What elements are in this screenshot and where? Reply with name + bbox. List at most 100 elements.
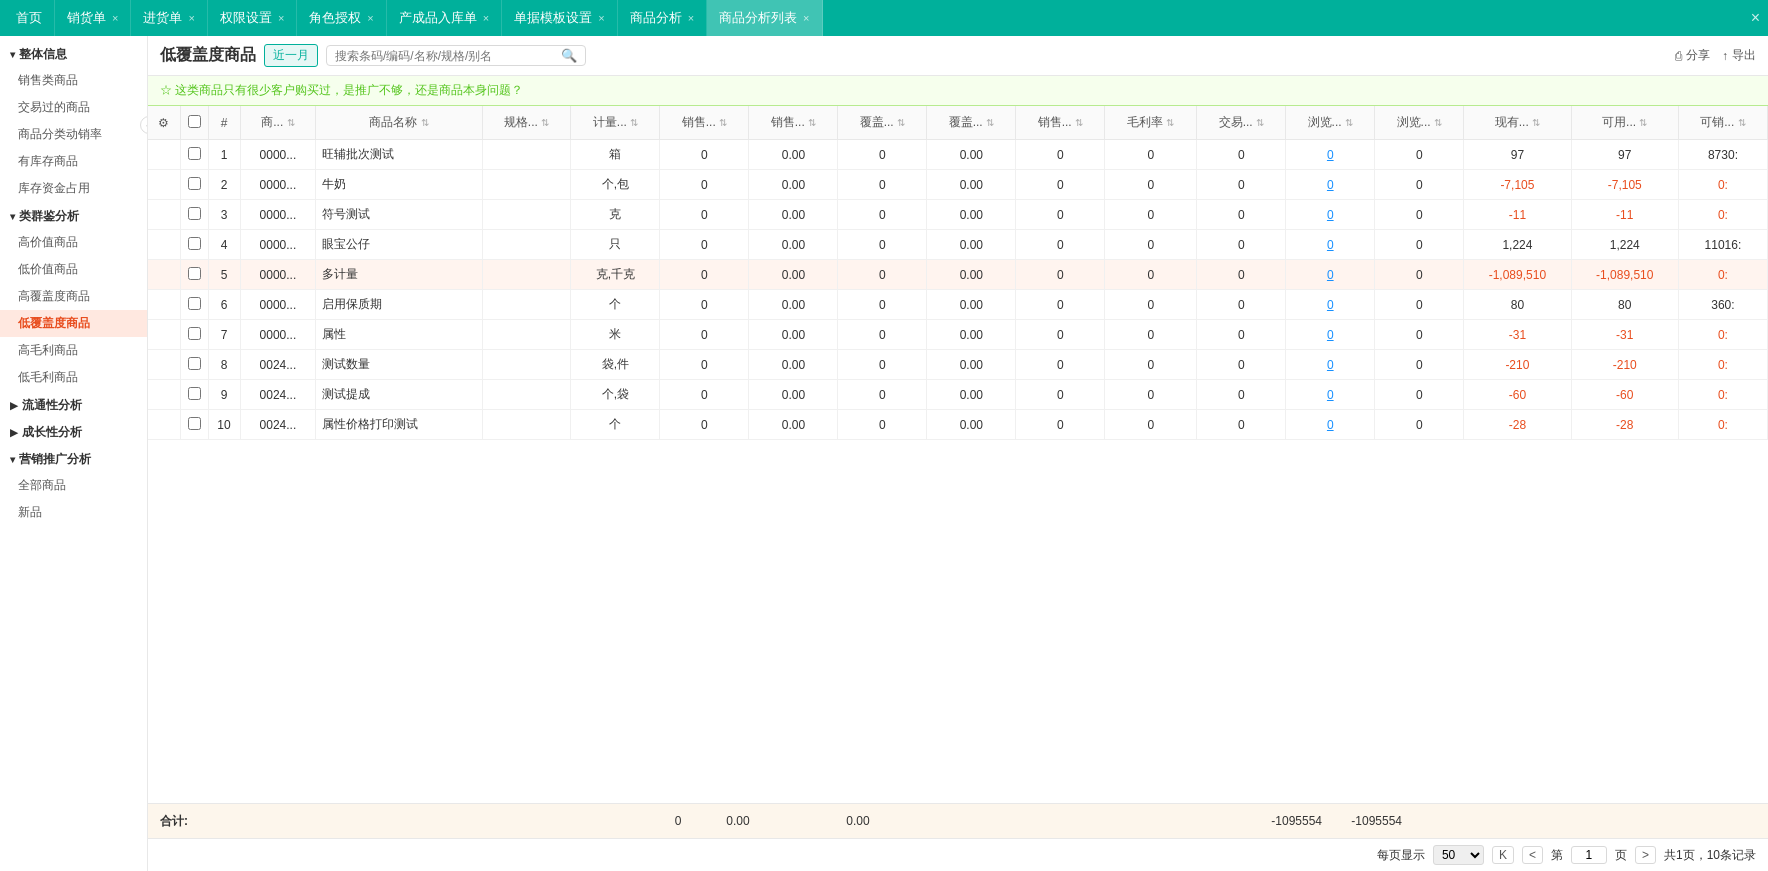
sidebar-item-stock-goods[interactable]: 有库存商品 bbox=[0, 148, 147, 175]
col-header-browse2[interactable]: 浏览... ⇅ bbox=[1375, 106, 1464, 140]
sidebar-item-capital[interactable]: 库存资金占用 bbox=[0, 175, 147, 202]
row-checkbox[interactable] bbox=[188, 357, 201, 370]
nav-tab-roles[interactable]: 角色授权 × bbox=[297, 0, 386, 36]
row-browse1[interactable]: 0 bbox=[1286, 260, 1375, 290]
row-browse1[interactable]: 0 bbox=[1286, 380, 1375, 410]
col-header-spec[interactable]: 规格... ⇅ bbox=[482, 106, 571, 140]
col-header-trade[interactable]: 交易... ⇅ bbox=[1197, 106, 1286, 140]
col-header-browse1[interactable]: 浏览... ⇅ bbox=[1286, 106, 1375, 140]
row-checkbox[interactable] bbox=[188, 387, 201, 400]
row-coverage1: 0 bbox=[838, 320, 927, 350]
row-checkbox[interactable] bbox=[188, 267, 201, 280]
row-browse1[interactable]: 0 bbox=[1286, 230, 1375, 260]
col-header-saleable[interactable]: 可销... ⇅ bbox=[1678, 106, 1767, 140]
row-available: 80 bbox=[1571, 290, 1678, 320]
row-checkbox[interactable] bbox=[188, 417, 201, 430]
nav-tab-home[interactable]: 首页 bbox=[4, 0, 55, 36]
col-header-coverage1[interactable]: 覆盖... ⇅ bbox=[838, 106, 927, 140]
next-page-button[interactable]: > bbox=[1635, 846, 1656, 864]
col-header-sales-count[interactable]: 销售... ⇅ bbox=[660, 106, 749, 140]
col-header-available[interactable]: 可用... ⇅ bbox=[1571, 106, 1678, 140]
row-check[interactable] bbox=[180, 200, 208, 230]
row-checkbox[interactable] bbox=[188, 297, 201, 310]
col-header-settings[interactable]: ⚙ bbox=[148, 106, 180, 140]
row-browse1[interactable]: 0 bbox=[1286, 170, 1375, 200]
sidebar-item-category-rate[interactable]: 商品分类动销率 bbox=[0, 121, 147, 148]
search-input[interactable] bbox=[335, 49, 561, 63]
sidebar-item-all-goods[interactable]: 全部商品 bbox=[0, 472, 147, 499]
sidebar-item-new-goods[interactable]: 新品 bbox=[0, 499, 147, 526]
row-checkbox[interactable] bbox=[188, 207, 201, 220]
row-check[interactable] bbox=[180, 380, 208, 410]
nav-tab-finished[interactable]: 产成品入库单 × bbox=[387, 0, 502, 36]
close-icon[interactable]: × bbox=[688, 12, 694, 24]
col-header-unit[interactable]: 计量... ⇅ bbox=[571, 106, 660, 140]
row-sales-x: 0 bbox=[1016, 290, 1105, 320]
nav-tab-sales[interactable]: 销货单 × bbox=[55, 0, 131, 36]
page-size-select[interactable]: 50 20 100 200 bbox=[1433, 845, 1484, 865]
time-filter-button[interactable]: 近一月 bbox=[264, 44, 318, 67]
row-browse1[interactable]: 0 bbox=[1286, 350, 1375, 380]
nav-tab-purchase[interactable]: 进货单 × bbox=[131, 0, 207, 36]
sidebar-item-traded-goods[interactable]: 交易过的商品 bbox=[0, 94, 147, 121]
row-browse1[interactable]: 0 bbox=[1286, 290, 1375, 320]
close-icon[interactable]: × bbox=[483, 12, 489, 24]
row-browse1[interactable]: 0 bbox=[1286, 320, 1375, 350]
sidebar-item-high-coverage[interactable]: 高覆盖度商品 bbox=[0, 283, 147, 310]
sidebar-item-high-profit[interactable]: 高毛利商品 bbox=[0, 337, 147, 364]
col-header-check[interactable] bbox=[180, 106, 208, 140]
sidebar-item-low-coverage[interactable]: 低覆盖度商品 bbox=[0, 310, 147, 337]
row-checkbox[interactable] bbox=[188, 177, 201, 190]
row-check[interactable] bbox=[180, 230, 208, 260]
col-header-sales-x[interactable]: 销售... ⇅ bbox=[1016, 106, 1105, 140]
close-icon[interactable]: × bbox=[112, 12, 118, 24]
row-checkbox[interactable] bbox=[188, 237, 201, 250]
nav-tab-analysis[interactable]: 商品分析 × bbox=[618, 0, 707, 36]
close-icon[interactable]: × bbox=[803, 12, 809, 24]
page-number-input[interactable] bbox=[1571, 846, 1607, 864]
row-current-stock: -60 bbox=[1464, 380, 1571, 410]
col-header-id[interactable]: 商... ⇅ bbox=[240, 106, 316, 140]
sidebar-item-high-value[interactable]: 高价值商品 bbox=[0, 229, 147, 256]
nav-tab-permissions[interactable]: 权限设置 × bbox=[208, 0, 297, 36]
sidebar-section-flow[interactable]: ▶ 流通性分析 bbox=[0, 391, 147, 418]
sidebar-section-overall[interactable]: ▾ 整体信息 bbox=[0, 40, 147, 67]
row-check[interactable] bbox=[180, 140, 208, 170]
close-icon[interactable]: × bbox=[367, 12, 373, 24]
close-all-button[interactable]: × bbox=[1751, 9, 1760, 27]
row-check[interactable] bbox=[180, 350, 208, 380]
row-browse1[interactable]: 0 bbox=[1286, 200, 1375, 230]
col-header-current-stock[interactable]: 现有... ⇅ bbox=[1464, 106, 1571, 140]
nav-tab-analysis-list[interactable]: 商品分析列表 × bbox=[707, 0, 822, 36]
col-header-name[interactable]: 商品名称 ⇅ bbox=[316, 106, 482, 140]
row-check[interactable] bbox=[180, 410, 208, 440]
row-check[interactable] bbox=[180, 170, 208, 200]
sidebar-item-sales-goods[interactable]: 销售类商品 bbox=[0, 67, 147, 94]
select-all-checkbox[interactable] bbox=[188, 115, 201, 128]
prev-page-button[interactable]: < bbox=[1522, 846, 1543, 864]
row-check[interactable] bbox=[180, 290, 208, 320]
row-check[interactable] bbox=[180, 260, 208, 290]
row-browse1[interactable]: 0 bbox=[1286, 410, 1375, 440]
col-header-gross[interactable]: 毛利率 ⇅ bbox=[1105, 106, 1197, 140]
close-icon[interactable]: × bbox=[278, 12, 284, 24]
close-icon[interactable]: × bbox=[598, 12, 604, 24]
row-checkbox[interactable] bbox=[188, 327, 201, 340]
sidebar-section-cluster[interactable]: ▾ 类群鉴分析 bbox=[0, 202, 147, 229]
first-page-button[interactable]: K bbox=[1492, 846, 1514, 864]
row-checkbox[interactable] bbox=[188, 147, 201, 160]
share-button[interactable]: ⎙ 分享 bbox=[1675, 47, 1710, 64]
row-saleable: 0: bbox=[1678, 350, 1767, 380]
sidebar-section-marketing[interactable]: ▾ 营销推广分析 bbox=[0, 445, 147, 472]
close-icon[interactable]: × bbox=[188, 12, 194, 24]
row-check[interactable] bbox=[180, 320, 208, 350]
row-gross-margin: 0 bbox=[1105, 290, 1197, 320]
row-browse1[interactable]: 0 bbox=[1286, 140, 1375, 170]
nav-tab-template[interactable]: 单据模板设置 × bbox=[502, 0, 617, 36]
sidebar-item-low-profit[interactable]: 低毛利商品 bbox=[0, 364, 147, 391]
export-button[interactable]: ↑ 导出 bbox=[1722, 47, 1756, 64]
sidebar-item-low-value[interactable]: 低价值商品 bbox=[0, 256, 147, 283]
col-header-sales-amount[interactable]: 销售... ⇅ bbox=[749, 106, 838, 140]
sidebar-section-growth[interactable]: ▶ 成长性分析 bbox=[0, 418, 147, 445]
col-header-coverage2[interactable]: 覆盖... ⇅ bbox=[927, 106, 1016, 140]
